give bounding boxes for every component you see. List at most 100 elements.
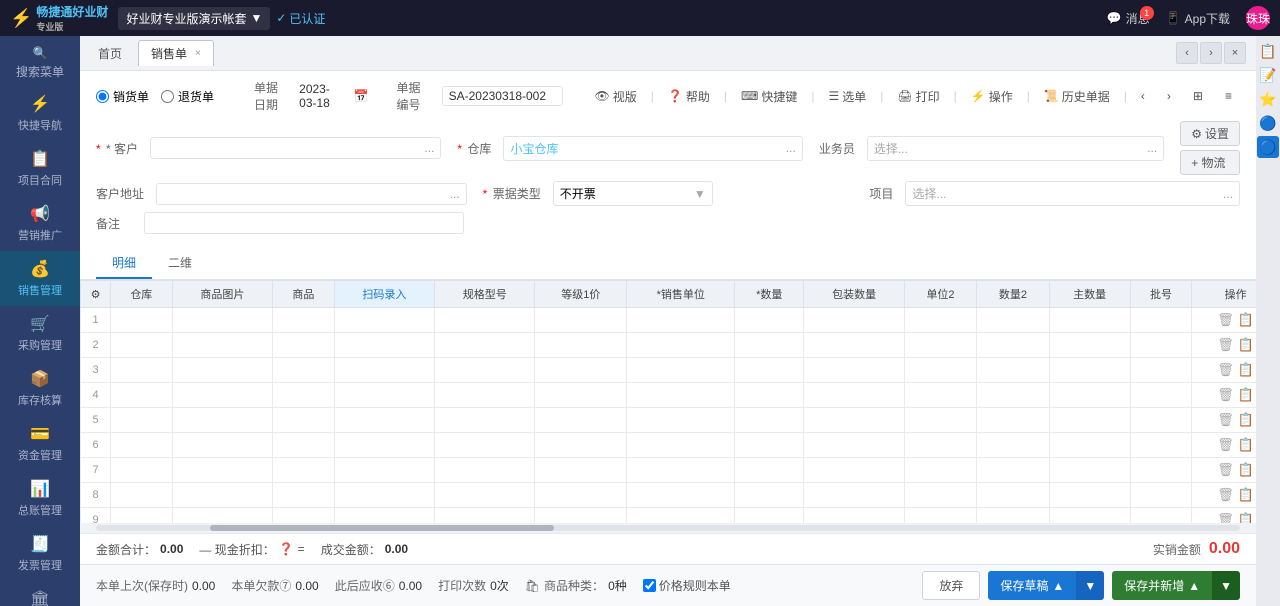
row-warehouse-6[interactable]	[111, 433, 173, 458]
row-img-5[interactable]	[172, 408, 272, 433]
row-qty2-9[interactable]	[977, 508, 1049, 524]
row-spec-9[interactable]	[435, 508, 535, 524]
row-delete-2[interactable]: 🗑	[1217, 337, 1234, 353]
row-copy-8[interactable]: 📋	[1238, 487, 1254, 503]
row-img-8[interactable]	[172, 483, 272, 508]
setting-button[interactable]: ⚙ 设置	[1180, 121, 1240, 146]
price-check-box[interactable]	[643, 579, 656, 592]
row-unit2-1[interactable]	[904, 308, 976, 333]
row-price1-1[interactable]	[535, 308, 627, 333]
row-scan-2[interactable]	[334, 333, 434, 358]
row-copy-9[interactable]: 📋	[1238, 512, 1254, 523]
project-input[interactable]: 选择... ...	[905, 181, 1240, 206]
row-qty2-4[interactable]	[977, 383, 1049, 408]
row-img-9[interactable]	[172, 508, 272, 524]
row-spec-6[interactable]	[435, 433, 535, 458]
row-qty-5[interactable]	[735, 408, 804, 433]
row-batch-5[interactable]	[1130, 408, 1192, 433]
row-main-qty-5[interactable]	[1049, 408, 1130, 433]
row-img-4[interactable]	[172, 383, 272, 408]
row-batch-3[interactable]	[1130, 358, 1192, 383]
row-pack-5[interactable]	[804, 408, 904, 433]
row-qty2-3[interactable]	[977, 358, 1049, 383]
add-logistics-button[interactable]: + 物流	[1180, 150, 1240, 175]
sidebar-search[interactable]: 🔍 搜索菜单	[0, 40, 80, 86]
rp-icon-5[interactable]: 🔵	[1257, 136, 1279, 158]
row-batch-1[interactable]	[1130, 308, 1192, 333]
row-price1-4[interactable]	[535, 383, 627, 408]
row-price1-9[interactable]	[535, 508, 627, 524]
toolbar-op[interactable]: ⚡ 操作	[963, 85, 1021, 108]
sidebar-item-inventory[interactable]: 📦 库存核算	[0, 361, 80, 416]
row-scan-3[interactable]	[334, 358, 434, 383]
row-copy-4[interactable]: 📋	[1238, 387, 1254, 403]
toolbar-print[interactable]: 🖨 打印	[889, 85, 947, 108]
row-batch-4[interactable]	[1130, 383, 1192, 408]
row-qty-3[interactable]	[735, 358, 804, 383]
sidebar-item-tax[interactable]: 🏛 税务管理	[0, 581, 80, 606]
row-main-qty-6[interactable]	[1049, 433, 1130, 458]
row-unit-6[interactable]	[627, 433, 735, 458]
company-name[interactable]: 好业财专业版演示帐套 ▼	[118, 7, 270, 30]
row-price1-8[interactable]	[535, 483, 627, 508]
sidebar-item-fund[interactable]: 💳 资金管理	[0, 416, 80, 471]
row-warehouse-1[interactable]	[111, 308, 173, 333]
row-img-1[interactable]	[172, 308, 272, 333]
row-pack-1[interactable]	[804, 308, 904, 333]
rp-icon-1[interactable]: 📋	[1257, 40, 1279, 62]
row-batch-7[interactable]	[1130, 458, 1192, 483]
row-main-qty-7[interactable]	[1049, 458, 1130, 483]
row-qty-8[interactable]	[735, 483, 804, 508]
app-download-btn[interactable]: 📱 App下载	[1166, 10, 1230, 27]
row-qty2-8[interactable]	[977, 483, 1049, 508]
row-pack-2[interactable]	[804, 333, 904, 358]
row-unit-4[interactable]	[627, 383, 735, 408]
tab-sales-order[interactable]: 销售单 ×	[138, 40, 214, 66]
row-unit2-9[interactable]	[904, 508, 976, 524]
row-main-qty-1[interactable]	[1049, 308, 1130, 333]
row-product-6[interactable]	[273, 433, 335, 458]
row-copy-6[interactable]: 📋	[1238, 437, 1254, 453]
row-spec-8[interactable]	[435, 483, 535, 508]
row-unit-7[interactable]	[627, 458, 735, 483]
row-copy-1[interactable]: 📋	[1238, 312, 1254, 328]
row-unit2-3[interactable]	[904, 358, 976, 383]
customer-input[interactable]: ...	[150, 137, 441, 159]
row-warehouse-7[interactable]	[111, 458, 173, 483]
row-qty-1[interactable]	[735, 308, 804, 333]
nav-close[interactable]: ×	[1224, 42, 1246, 64]
row-pack-3[interactable]	[804, 358, 904, 383]
toolbar-right[interactable]: ›	[1159, 86, 1179, 106]
row-price1-2[interactable]	[535, 333, 627, 358]
toolbar-help[interactable]: ❓ 帮助	[660, 85, 718, 108]
row-unit-8[interactable]	[627, 483, 735, 508]
row-scan-9[interactable]	[334, 508, 434, 524]
toolbar-history[interactable]: 📜 历史单据	[1036, 85, 1118, 108]
row-qty-2[interactable]	[735, 333, 804, 358]
address-input[interactable]: ...	[156, 183, 467, 205]
save-draft-button[interactable]: 保存草稿 ▲	[988, 571, 1076, 600]
row-scan-5[interactable]	[334, 408, 434, 433]
save-new-dropdown[interactable]: ▼	[1212, 571, 1240, 600]
row-pack-4[interactable]	[804, 383, 904, 408]
sidebar-item-invoice[interactable]: 🧾 发票管理	[0, 526, 80, 581]
warehouse-dots[interactable]: ...	[786, 141, 796, 155]
rp-icon-4[interactable]: 🔵	[1257, 112, 1279, 134]
row-delete-1[interactable]: 🗑	[1217, 312, 1234, 328]
row-img-7[interactable]	[172, 458, 272, 483]
row-product-8[interactable]	[273, 483, 335, 508]
row-qty2-5[interactable]	[977, 408, 1049, 433]
row-warehouse-5[interactable]	[111, 408, 173, 433]
row-product-2[interactable]	[273, 333, 335, 358]
row-unit2-2[interactable]	[904, 333, 976, 358]
row-scan-6[interactable]	[334, 433, 434, 458]
row-copy-3[interactable]: 📋	[1238, 362, 1254, 378]
customer-dots[interactable]: ...	[424, 141, 434, 155]
row-delete-3[interactable]: 🗑	[1217, 362, 1234, 378]
save-new-button[interactable]: 保存并新增 ▲	[1112, 571, 1212, 600]
row-qty-9[interactable]	[735, 508, 804, 524]
nav-prev[interactable]: ‹	[1176, 42, 1198, 64]
row-price1-6[interactable]	[535, 433, 627, 458]
row-main-qty-9[interactable]	[1049, 508, 1130, 524]
row-warehouse-4[interactable]	[111, 383, 173, 408]
